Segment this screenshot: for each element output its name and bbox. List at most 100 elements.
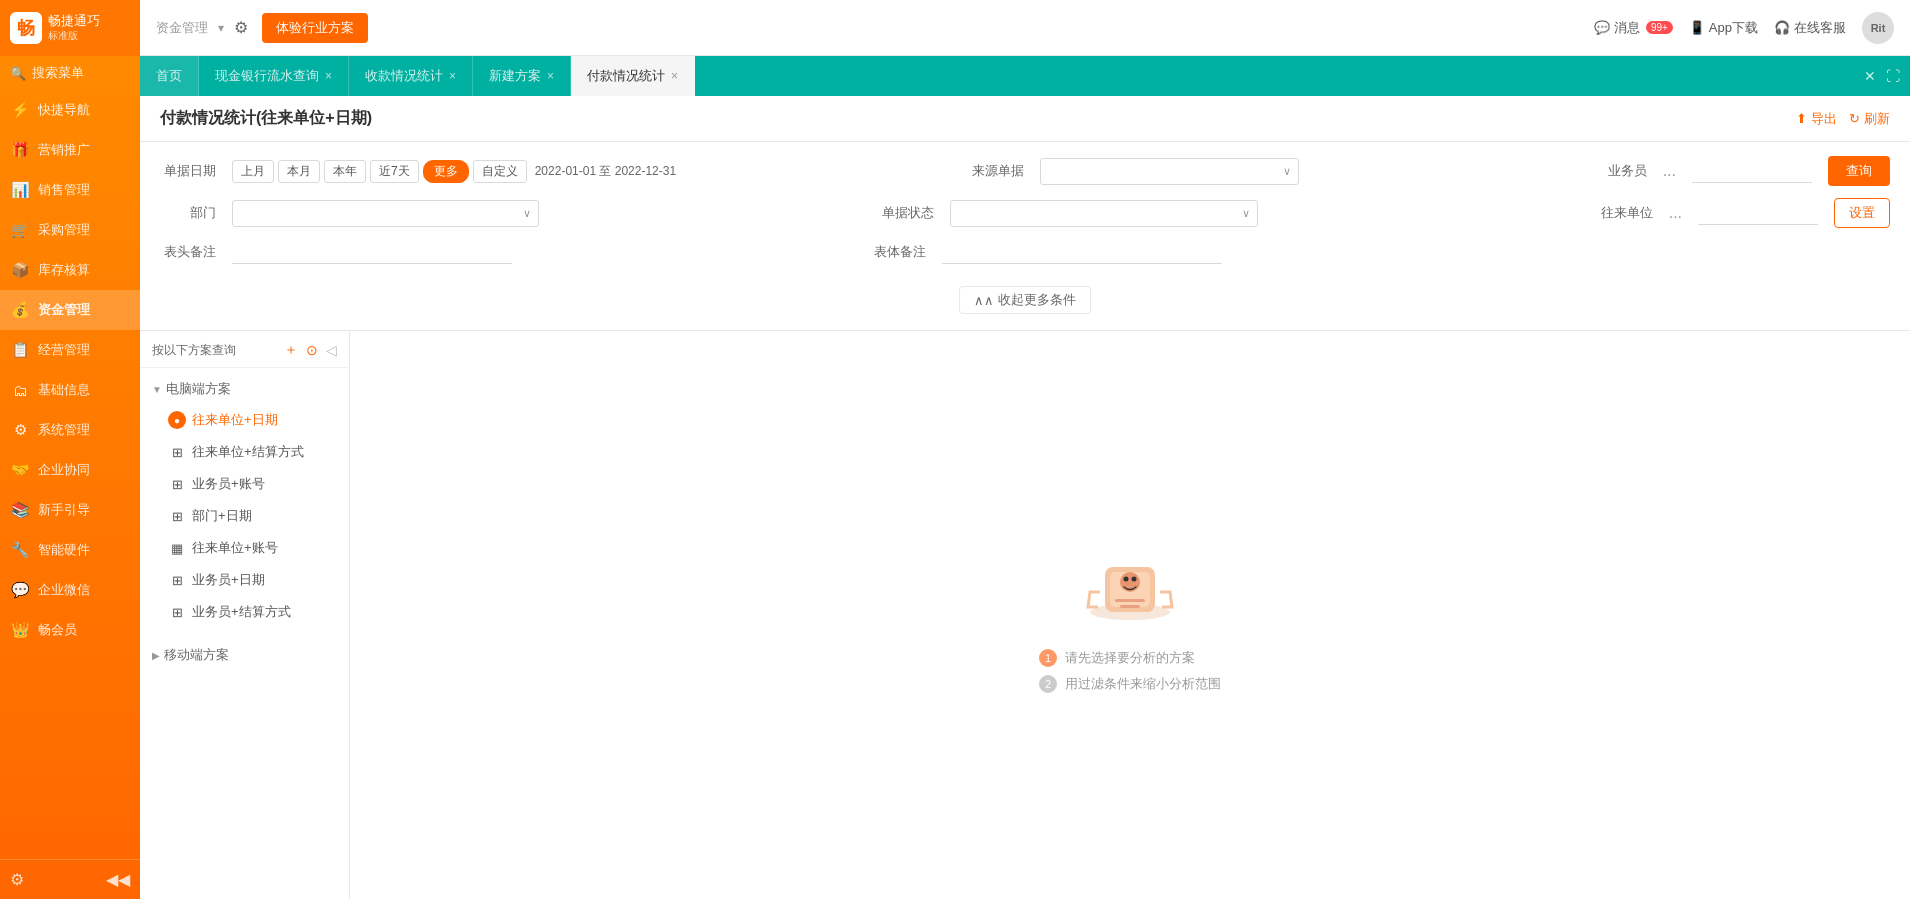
tab-payment-stats-close[interactable]: × [671, 69, 678, 83]
topbar-settings-icon[interactable]: ⚙ [234, 18, 248, 37]
svg-rect-7 [1120, 605, 1140, 608]
sidebar-footer: ⚙ ◀◀ [0, 859, 140, 899]
config-scheme-icon[interactable]: ⊙ [306, 342, 318, 358]
marketing-icon: 🎁 [10, 140, 30, 160]
refresh-btn[interactable]: ↻ 刷新 [1849, 110, 1890, 128]
close-all-icon[interactable]: ✕ [1864, 68, 1876, 84]
filter-row-1: 单据日期 上月 本月 本年 近7天 更多 自定义 2022-01-01 至 20… [160, 156, 1890, 186]
sales-icon: 📊 [10, 180, 30, 200]
scheme-item-partner-settle[interactable]: ⊞ 往来单位+结算方式 [140, 436, 349, 468]
date-btn-this-month[interactable]: 本月 [278, 160, 320, 183]
dept-select[interactable] [232, 200, 539, 227]
scheme-item-salesman-date[interactable]: ⊞ 业务员+日期 [140, 564, 349, 596]
sidebar-item-finance[interactable]: 💰 资金管理 [0, 290, 140, 330]
left-panel-title: 按以下方案查询 [152, 342, 236, 359]
sidebar-item-operations[interactable]: 📋 经营管理 [0, 330, 140, 370]
search-menu[interactable]: 🔍 搜索菜单 [0, 56, 140, 90]
collapse-left-icon[interactable]: ◁ [326, 342, 337, 358]
sidebar-item-quick-nav[interactable]: ⚡ 快捷导航 [0, 90, 140, 130]
main-area: 资金管理 ▾ ⚙ 体验行业方案 💬 消息 99+ 📱 App下载 🎧 在线客服 … [140, 0, 1910, 899]
filter-row-3: 表头备注 表体备注 [160, 240, 1890, 264]
tab-new-scheme-close[interactable]: × [547, 69, 554, 83]
hint-num-1: 1 [1039, 649, 1057, 667]
user-avatar[interactable]: Rit [1862, 12, 1894, 44]
page-header: 付款情况统计(往来单位+日期) ⬆ 导出 ↻ 刷新 [140, 96, 1910, 142]
messages-btn[interactable]: 💬 消息 99+ [1594, 19, 1673, 37]
mobile-group-header[interactable]: ▶ 移动端方案 [140, 640, 349, 670]
date-btn-more[interactable]: 更多 [423, 160, 469, 183]
pc-group-arrow: ▼ [152, 384, 162, 395]
dept-label: 部门 [160, 204, 216, 222]
sidebar-item-sales[interactable]: 📊 销售管理 [0, 170, 140, 210]
query-btn[interactable]: 查询 [1828, 156, 1890, 186]
scheme-icon-grid-5: ⊞ [168, 603, 186, 621]
scheme-item-dept-date[interactable]: ⊞ 部门+日期 [140, 500, 349, 532]
sidebar-item-system[interactable]: ⚙ 系统管理 [0, 410, 140, 450]
svg-rect-6 [1115, 599, 1145, 602]
date-btn-custom[interactable]: 自定义 [473, 160, 527, 183]
download-icon: 📱 [1689, 20, 1705, 35]
table-header-note-label: 表头备注 [160, 243, 216, 261]
logo-icon: 畅 [10, 12, 42, 44]
content-area: 付款情况统计(往来单位+日期) ⬆ 导出 ↻ 刷新 单据日期 上月 本月 [140, 96, 1910, 899]
source-select[interactable] [1040, 158, 1300, 185]
sidebar-item-cooperation[interactable]: 🤝 企业协同 [0, 450, 140, 490]
scheme-item-partner-date[interactable]: ● 往来单位+日期 [140, 404, 349, 436]
scheme-item-salesman-account[interactable]: ⊞ 业务员+账号 [140, 468, 349, 500]
collapse-icon: ∧∧ [974, 293, 994, 308]
pc-group-header[interactable]: ▼ 电脑端方案 [140, 374, 349, 404]
topbar-dropdown-arrow[interactable]: ▾ [218, 21, 224, 35]
tab-bank-flow-close[interactable]: × [325, 69, 332, 83]
date-btn-this-year[interactable]: 本年 [324, 160, 366, 183]
trial-btn[interactable]: 体验行业方案 [262, 13, 368, 43]
settings-icon[interactable]: ⚙ [10, 870, 24, 889]
topbar: 资金管理 ▾ ⚙ 体验行业方案 💬 消息 99+ 📱 App下载 🎧 在线客服 … [140, 0, 1910, 56]
export-icon: ⬆ [1796, 111, 1807, 126]
scheme-item-partner-account[interactable]: ▦ 往来单位+账号 [140, 532, 349, 564]
sidebar-item-marketing[interactable]: 🎁 营销推广 [0, 130, 140, 170]
sidebar-item-wechat[interactable]: 💬 企业微信 [0, 570, 140, 610]
maximize-icon[interactable]: ⛶ [1886, 68, 1900, 84]
collapse-sidebar-icon[interactable]: ◀◀ [106, 870, 130, 889]
tab-home[interactable]: 首页 [140, 56, 199, 96]
left-panel-icons: ＋ ⊙ ◁ [284, 341, 337, 359]
service-icon: 🎧 [1774, 20, 1790, 35]
svg-point-4 [1124, 577, 1129, 582]
logo-title: 畅捷通巧 [48, 13, 100, 30]
app-download-btn[interactable]: 📱 App下载 [1689, 19, 1758, 37]
date-btn-7days[interactable]: 近7天 [370, 160, 419, 183]
tab-income-stats-close[interactable]: × [449, 69, 456, 83]
mobile-group-arrow: ▶ [152, 650, 160, 661]
export-btn[interactable]: ⬆ 导出 [1796, 110, 1837, 128]
cooperation-icon: 🤝 [10, 460, 30, 480]
date-range-text: 2022-01-01 至 2022-12-31 [535, 163, 676, 180]
topbar-breadcrumb: 资金管理 [156, 19, 208, 37]
add-scheme-icon[interactable]: ＋ [284, 341, 298, 359]
message-badge: 99+ [1646, 21, 1673, 34]
sidebar-item-purchase[interactable]: 🛒 采购管理 [0, 210, 140, 250]
quick-nav-icon: ⚡ [10, 100, 30, 120]
empty-hint-1: 1 请先选择要分析的方案 [1039, 649, 1221, 667]
page-title: 付款情况统计(往来单位+日期) [160, 108, 372, 129]
sidebar-item-inventory[interactable]: 📦 库存核算 [0, 250, 140, 290]
tab-new-scheme[interactable]: 新建方案 × [473, 56, 571, 96]
collapse-btn[interactable]: ∧∧ 收起更多条件 [959, 286, 1091, 314]
date-btn-last-month[interactable]: 上月 [232, 160, 274, 183]
partner-dots: ... [1669, 204, 1682, 222]
scheme-item-salesman-settle[interactable]: ⊞ 业务员+结算方式 [140, 596, 349, 628]
tab-payment-stats[interactable]: 付款情况统计 × [571, 56, 695, 96]
doc-status-select[interactable] [950, 200, 1257, 227]
settings-btn[interactable]: 设置 [1834, 198, 1890, 228]
sidebar-item-basic-info[interactable]: 🗂 基础信息 [0, 370, 140, 410]
guide-icon: 📚 [10, 500, 30, 520]
sidebar-item-guide[interactable]: 📚 新手引导 [0, 490, 140, 530]
empty-illustration [1080, 537, 1180, 637]
scheme-icon-circle: ● [168, 411, 186, 429]
body-area: 按以下方案查询 ＋ ⊙ ◁ ▼ 电脑端方案 ● 往来单位+日期 [140, 331, 1910, 899]
tab-bank-flow[interactable]: 现金银行流水查询 × [199, 56, 349, 96]
purchase-icon: 🛒 [10, 220, 30, 240]
tab-income-stats[interactable]: 收款情况统计 × [349, 56, 473, 96]
sidebar-item-member[interactable]: 👑 畅会员 [0, 610, 140, 650]
online-service-btn[interactable]: 🎧 在线客服 [1774, 19, 1846, 37]
sidebar-item-hardware[interactable]: 🔧 智能硬件 [0, 530, 140, 570]
